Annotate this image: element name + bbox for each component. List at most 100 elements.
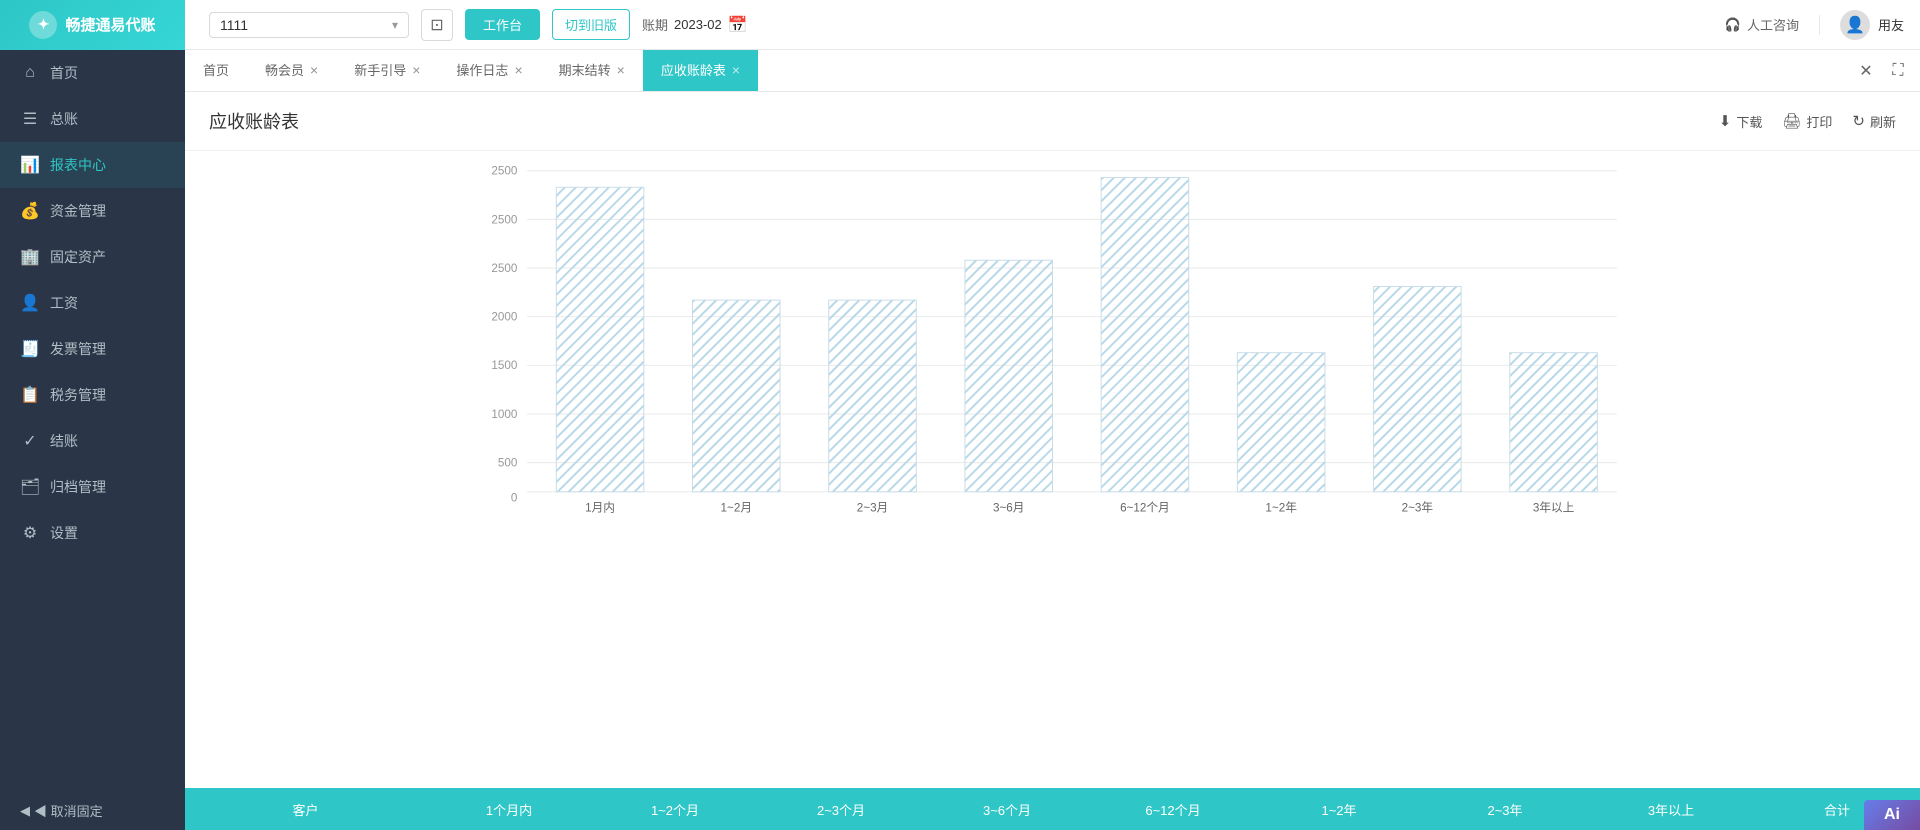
x-label-1-2年: 1~2年 xyxy=(1265,500,1297,514)
logo-icon: ✦ xyxy=(29,11,57,39)
bar-2-3年[interactable] xyxy=(1374,287,1462,492)
svg-text:2500: 2500 xyxy=(491,213,517,226)
sidebar-item-label: 结账 xyxy=(50,431,78,451)
tab-expand-button[interactable]: ⛶ xyxy=(1884,57,1912,85)
x-label-6-12月: 6~12个月 xyxy=(1120,501,1170,514)
tab-log-close[interactable]: × xyxy=(514,62,522,78)
bar-2-3月[interactable] xyxy=(829,300,917,492)
switch-version-button[interactable]: 切到旧版 xyxy=(552,9,630,40)
sidebar-item-ledger[interactable]: ☰ 总账 xyxy=(0,96,185,142)
col-6-12month: 6~12个月 xyxy=(1090,800,1256,819)
sidebar-item-settings[interactable]: ⚙ 设置 xyxy=(0,510,185,556)
sidebar-item-tax[interactable]: 📋 税务管理 xyxy=(0,372,185,418)
settle-icon: ✓ xyxy=(20,431,40,451)
col-1month: 1个月内 xyxy=(426,800,592,819)
sidebar-item-settle[interactable]: ✓ 结账 xyxy=(0,418,185,464)
col-2-3year: 2~3年 xyxy=(1422,800,1588,819)
sidebar-item-label: 固定资产 xyxy=(50,247,106,267)
tab-period-end[interactable]: 期末结转 × xyxy=(541,50,643,91)
bar-1-2年[interactable] xyxy=(1237,353,1325,492)
download-icon: ⬇ xyxy=(1719,112,1732,130)
svg-text:500: 500 xyxy=(498,457,518,470)
tab-guide[interactable]: 新手引导 × xyxy=(336,50,438,91)
tab-log[interactable]: 操作日志 × xyxy=(438,50,540,91)
bar-3年以上[interactable] xyxy=(1510,353,1598,492)
dropdown-arrow-icon: ▾ xyxy=(392,18,398,32)
period-label: 账期 xyxy=(642,15,668,34)
company-name: 1111 xyxy=(220,17,384,33)
sidebar-item-label: 工资 xyxy=(50,293,78,313)
table-header: 客户 1个月内 1~2个月 2~3个月 3~6个月 6~12个月 1~2年 2~… xyxy=(185,788,1920,830)
svg-text:1000: 1000 xyxy=(491,408,517,421)
bar-1月内[interactable] xyxy=(556,187,644,492)
bar-3-6月[interactable] xyxy=(965,260,1053,492)
calendar-icon[interactable]: 📅 xyxy=(728,15,748,35)
sidebar-item-label: 首页 xyxy=(50,63,78,83)
home-icon: ⌂ xyxy=(20,64,40,82)
svg-text:1500: 1500 xyxy=(491,359,517,372)
sidebar-item-archive[interactable]: 🗂 归档管理 xyxy=(0,464,185,510)
svg-text:0: 0 xyxy=(511,492,518,505)
tab-member[interactable]: 畅会员 × xyxy=(247,50,336,91)
copy-button[interactable]: ⊡ xyxy=(421,9,453,41)
content-area: 首页 畅会员 × 新手引导 × 操作日志 × 期末结转 × xyxy=(185,50,1920,830)
period-area: 账期 2023-02 📅 xyxy=(642,15,748,35)
tab-ar-aging-close[interactable]: × xyxy=(732,62,740,78)
sidebar-item-label: 税务管理 xyxy=(50,385,106,405)
tab-ar-aging-label: 应收账龄表 xyxy=(661,60,726,79)
tab-close-all-button[interactable]: ✕ xyxy=(1852,57,1880,85)
tab-guide-label: 新手引导 xyxy=(354,60,406,79)
sidebar-item-label: 报表中心 xyxy=(50,155,106,175)
archive-icon: 🗂 xyxy=(20,477,40,497)
chart-area: 2500 2500 2500 2000 1500 1000 500 0 xyxy=(185,151,1920,788)
tab-period-end-label: 期末结转 xyxy=(559,60,611,79)
page-header: 应收账龄表 ⬇ 下载 🖨 打印 ↻ 刷新 xyxy=(185,92,1920,151)
reports-icon: 📊 xyxy=(20,155,40,175)
sidebar: ⌂ 首页 ☰ 总账 📊 报表中心 💰 资金管理 🏢 固定资产 👤 工资 xyxy=(0,50,185,830)
tab-member-close[interactable]: × xyxy=(310,62,318,78)
refresh-button[interactable]: ↻ 刷新 xyxy=(1852,112,1896,131)
unpin-label: ◀ 取消固定 xyxy=(34,801,103,820)
avatar-icon: 👤 xyxy=(1845,15,1865,35)
download-button[interactable]: ⬇ 下载 xyxy=(1719,112,1763,131)
user-area[interactable]: 👤 用友 xyxy=(1840,10,1904,40)
sidebar-item-home[interactable]: ⌂ 首页 xyxy=(0,50,185,96)
sidebar-item-salary[interactable]: 👤 工资 xyxy=(0,280,185,326)
col-1-2month: 1~2个月 xyxy=(592,800,758,819)
bar-1-2月[interactable] xyxy=(693,300,781,492)
refresh-label: 刷新 xyxy=(1870,112,1896,131)
tab-ar-aging[interactable]: 应收账龄表 × xyxy=(643,50,758,91)
x-label-1-2月: 1~2月 xyxy=(721,501,752,514)
tab-home[interactable]: 首页 xyxy=(185,50,247,91)
unpin-button[interactable]: ◀ ◀ 取消固定 xyxy=(0,791,185,830)
col-2-3month: 2~3个月 xyxy=(758,800,924,819)
close-all-icon: ✕ xyxy=(1859,61,1872,81)
sidebar-item-finance[interactable]: 💰 资金管理 xyxy=(0,188,185,234)
ai-badge[interactable]: Ai xyxy=(1864,800,1920,830)
page-actions: ⬇ 下载 🖨 打印 ↻ 刷新 xyxy=(1719,112,1896,131)
logo-text: 畅捷通易代账 xyxy=(65,14,155,35)
tab-period-end-close[interactable]: × xyxy=(617,62,625,78)
invoice-icon: 🧾 xyxy=(20,339,40,359)
svg-text:2500: 2500 xyxy=(491,165,517,178)
support-label: 人工咨询 xyxy=(1747,15,1799,34)
settings-icon: ⚙ xyxy=(20,523,40,543)
x-label-2-3月: 2~3月 xyxy=(857,501,888,514)
sidebar-item-reports[interactable]: 📊 报表中心 xyxy=(0,142,185,188)
workbench-button[interactable]: 工作台 xyxy=(465,9,540,40)
tab-guide-close[interactable]: × xyxy=(412,62,420,78)
logo: ✦ 畅捷通易代账 xyxy=(0,0,185,50)
x-label-3-6月: 3~6月 xyxy=(993,501,1024,514)
svg-text:2500: 2500 xyxy=(491,262,517,275)
bar-chart: 2500 2500 2500 2000 1500 1000 500 0 xyxy=(205,161,1900,521)
print-button[interactable]: 🖨 打印 xyxy=(1782,112,1832,131)
svg-text:2000: 2000 xyxy=(491,311,517,324)
col-3year-plus: 3年以上 xyxy=(1588,800,1754,819)
bar-6-12月[interactable] xyxy=(1101,178,1189,492)
tab-log-label: 操作日志 xyxy=(456,60,508,79)
support-button[interactable]: 🎧 人工咨询 xyxy=(1725,15,1799,34)
col-customer: 客户 xyxy=(185,800,426,819)
sidebar-item-assets[interactable]: 🏢 固定资产 xyxy=(0,234,185,280)
sidebar-item-invoice[interactable]: 🧾 发票管理 xyxy=(0,326,185,372)
company-selector[interactable]: 1111 ▾ xyxy=(209,12,409,38)
